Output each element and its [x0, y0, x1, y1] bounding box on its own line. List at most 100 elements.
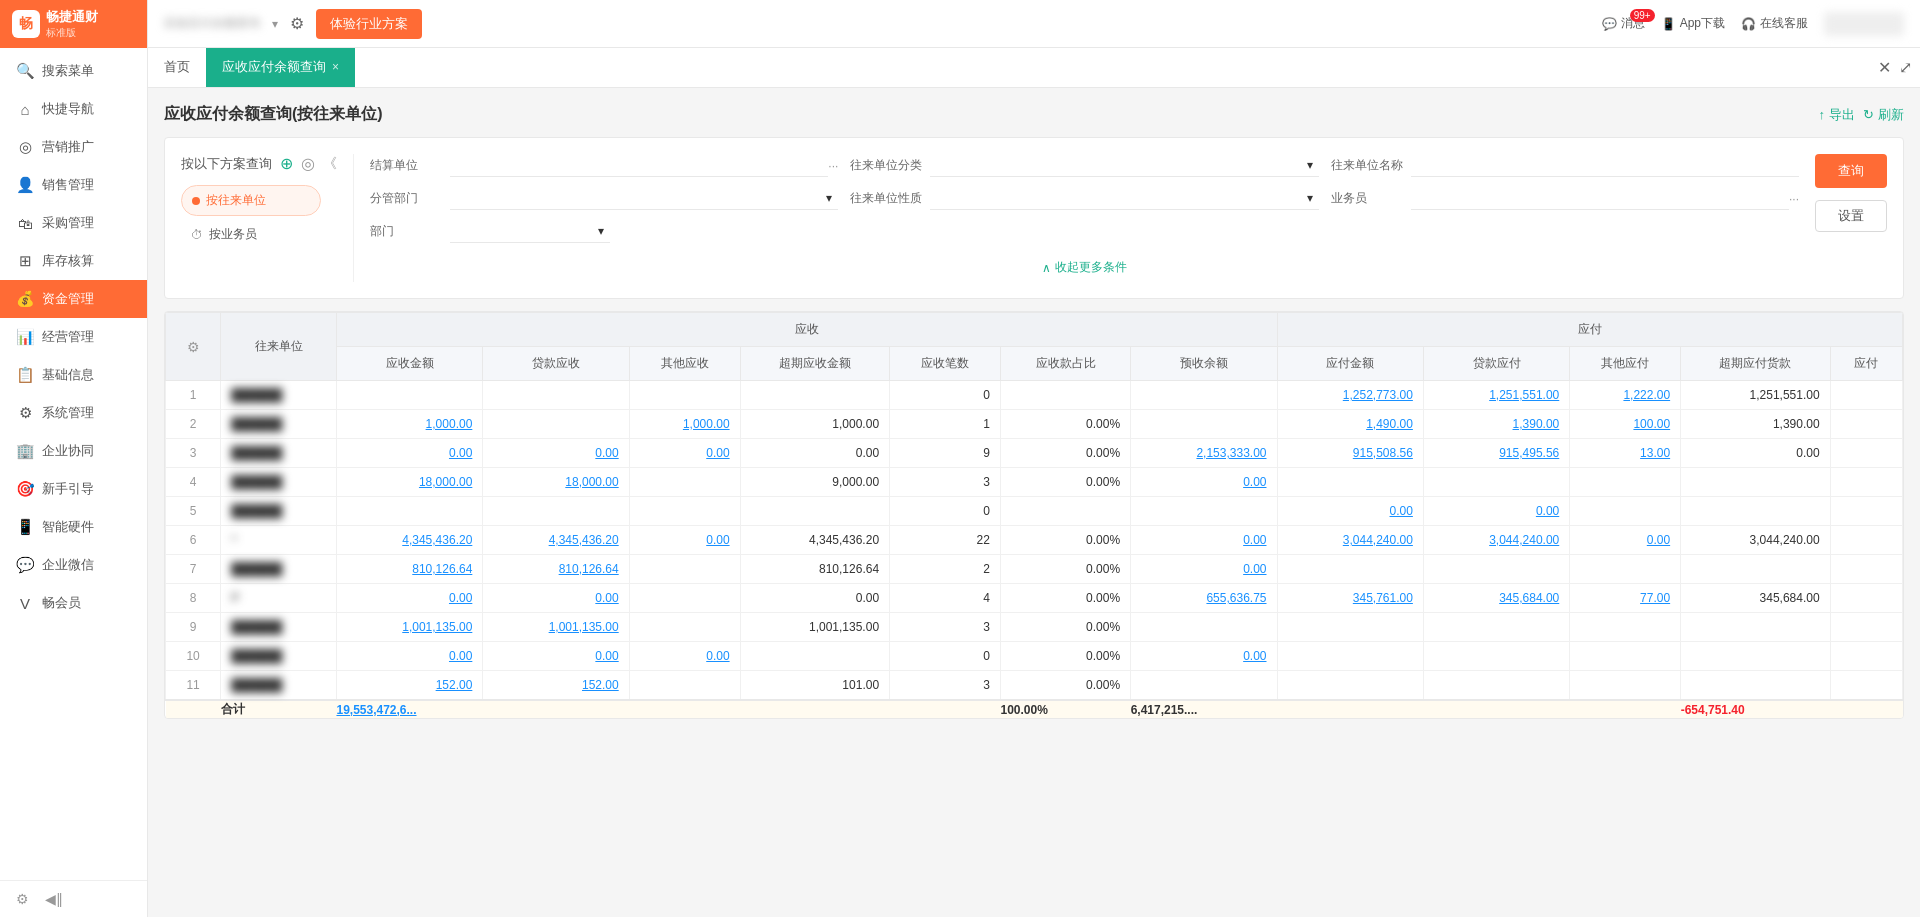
cell-ar-loan-1 [483, 410, 629, 439]
promo-button[interactable]: 体验行业方案 [316, 9, 422, 39]
sidebar-item-label-purchase: 采购管理 [42, 214, 94, 232]
cell-ar-amt-10: 152.00 [336, 671, 482, 701]
sidebar-item-warehouse[interactable]: ⊞库存核算 [0, 242, 147, 280]
tab-ar-ap-label: 应收应付余额查询 [222, 58, 326, 76]
sidebar-item-base[interactable]: 📋基础信息 [0, 356, 147, 394]
sidebar-item-collab[interactable]: 🏢企业协同 [0, 432, 147, 470]
table-row: 7 ██████ 810,126.64 810,126.64 810,126.6… [166, 555, 1903, 584]
message-button[interactable]: 💬 消息 99+ [1602, 15, 1645, 32]
sidebar-item-guide[interactable]: 🎯新手引导 [0, 470, 147, 508]
tab-close-window-icon[interactable]: ✕ [1878, 58, 1891, 77]
footer-ar-loan [483, 700, 629, 718]
input-unit-name[interactable] [1411, 154, 1799, 177]
sidebar-item-system[interactable]: ⚙系统管理 [0, 394, 147, 432]
filter-add-icon[interactable]: ⊕ [280, 154, 293, 173]
setting-button[interactable]: 设置 [1815, 200, 1887, 232]
page-content: 应收应付余额查询(按往来单位) ↑ 导出 ↻ 刷新 按以下方案查询 [148, 88, 1920, 917]
sidebar-item-purchase[interactable]: 🛍采购管理 [0, 204, 147, 242]
guide-icon: 🎯 [16, 480, 34, 498]
sidebar-item-search[interactable]: 🔍搜索菜单 [0, 52, 147, 90]
sidebar-item-member[interactable]: V畅会员 [0, 584, 147, 622]
cell-ar-count-0: 0 [890, 381, 1001, 410]
cell-name-7: P [221, 584, 337, 613]
table-wrapper: ⚙ 往来单位 应收 应付 应收金额 贷款应收 其他应收 超期应收金额 应收笔数 [165, 312, 1903, 718]
col-ar-loan: 贷款应收 [483, 347, 629, 381]
sidebar-item-quick[interactable]: ⌂快捷导航 [0, 90, 147, 128]
select-dept[interactable]: ▾ [450, 187, 838, 210]
sidebar-item-hardware[interactable]: 📱智能硬件 [0, 508, 147, 546]
tab-expand-icon[interactable]: ⤢ [1899, 58, 1912, 77]
cell-ap-loan-3 [1423, 468, 1569, 497]
cell-ap-overdue-0: 1,251,551.00 [1681, 381, 1830, 410]
sidebar-item-wechat[interactable]: 💬企业微信 [0, 546, 147, 584]
collapse-more-btn[interactable]: ∧ 收起更多条件 [370, 253, 1799, 282]
filter-header: 按以下方案查询 ⊕ ◎ 《 [181, 154, 337, 173]
query-button[interactable]: 查询 [1815, 154, 1887, 188]
cell-ap-loan-0: 1,251,551.00 [1423, 381, 1569, 410]
cell-ar-overdue-7: 0.00 [740, 584, 889, 613]
export-button[interactable]: ↑ 导出 [1819, 106, 1856, 124]
sidebar-item-sales[interactable]: 👤销售管理 [0, 166, 147, 204]
field-label-salesman: 业务员 [1331, 190, 1411, 207]
scheme-by-unit[interactable]: 按往来单位 [181, 185, 321, 216]
settlement-dots-icon[interactable]: ··· [828, 159, 838, 173]
tab-ar-ap[interactable]: 应收应付余额查询 × [206, 48, 355, 87]
settings-footer-icon[interactable]: ⚙ [16, 891, 29, 907]
sidebar-item-label-wechat: 企业微信 [42, 556, 94, 574]
cell-ar-overdue-0 [740, 381, 889, 410]
input-settlement-unit[interactable] [450, 154, 828, 177]
filter-row-2: 分管部门 ▾ 往来单位性质 ▾ 业务员 [370, 187, 1799, 210]
cell-ap-overdue-4 [1681, 497, 1830, 526]
scheme-by-unit-label: 按往来单位 [206, 192, 266, 209]
collapse-footer-icon[interactable]: ◀‖ [45, 891, 63, 907]
tab-home-label: 首页 [164, 58, 190, 76]
user-avatar[interactable] [1824, 12, 1904, 36]
scheme-by-salesman[interactable]: ⏱ 按业务员 [181, 220, 321, 249]
input-salesman[interactable] [1411, 187, 1789, 210]
field-dept: 分管部门 ▾ [370, 187, 838, 210]
header-gear-icon[interactable]: ⚙ [290, 14, 304, 33]
warehouse-icon: ⊞ [16, 252, 34, 270]
filter-config-icon[interactable]: ◎ [301, 154, 315, 173]
cell-ar-loan-5: 4,345,436.20 [483, 526, 629, 555]
salesman-dots-icon[interactable]: ··· [1789, 192, 1799, 206]
cell-ar-loan-8: 1,001,135.00 [483, 613, 629, 642]
table-row: 3 ██████ 0.00 0.00 0.00 0.00 9 0.00% 2,1… [166, 439, 1903, 468]
header-chevron-icon[interactable]: ▾ [272, 17, 278, 31]
select-dept2[interactable]: ▾ [450, 220, 610, 243]
cell-ar-amt-5: 4,345,436.20 [336, 526, 482, 555]
sidebar-item-operation[interactable]: 📊经营管理 [0, 318, 147, 356]
page-title: 应收应付余额查询(按往来单位) [164, 104, 383, 125]
select-unit-category[interactable]: ▾ [930, 154, 1318, 177]
footer-ar-prepay: 6,417,215.... [1131, 700, 1277, 718]
cell-name-5: ^ [221, 526, 337, 555]
cell-name-6: ██████ [221, 555, 337, 584]
col-ar-prepay: 预收余额 [1131, 347, 1277, 381]
cell-name-1: ██████ [221, 410, 337, 439]
filter-collapse-icon[interactable]: 《 [323, 155, 337, 173]
refresh-button[interactable]: ↻ 刷新 [1863, 106, 1904, 124]
cell-ap-loan-9 [1423, 642, 1569, 671]
online-service-button[interactable]: 🎧 在线客服 [1741, 15, 1808, 32]
sidebar-item-finance[interactable]: 💰资金管理 [0, 280, 147, 318]
cell-ap-tail-7 [1830, 584, 1902, 613]
cell-name-2: ██████ [221, 439, 337, 468]
filter-body: 按以下方案查询 ⊕ ◎ 《 按往来单位 ⏱ 按业务员 [181, 154, 1887, 282]
sidebar-item-label-search: 搜索菜单 [42, 62, 94, 80]
field-unit-category: 往来单位分类 ▾ [850, 154, 1318, 177]
scheme-active-dot [192, 197, 200, 205]
table-gear-icon[interactable]: ⚙ [187, 339, 200, 355]
app-download-button[interactable]: 📱 App下载 [1661, 15, 1725, 32]
cell-ar-overdue-8: 1,001,135.00 [740, 613, 889, 642]
sidebar-item-label-system: 系统管理 [42, 404, 94, 422]
cell-ar-prepay-6: 0.00 [1131, 555, 1277, 584]
cell-ar-count-7: 4 [890, 584, 1001, 613]
tab-close-icon[interactable]: × [332, 60, 339, 74]
finance-icon: 💰 [16, 290, 34, 308]
tab-home[interactable]: 首页 [148, 48, 206, 87]
collab-icon: 🏢 [16, 442, 34, 460]
select-unit-nature[interactable]: ▾ [930, 187, 1318, 210]
operation-icon: 📊 [16, 328, 34, 346]
sidebar-item-marketing[interactable]: ◎营销推广 [0, 128, 147, 166]
filter-schemes-col: 按以下方案查询 ⊕ ◎ 《 按往来单位 ⏱ 按业务员 [181, 154, 354, 282]
